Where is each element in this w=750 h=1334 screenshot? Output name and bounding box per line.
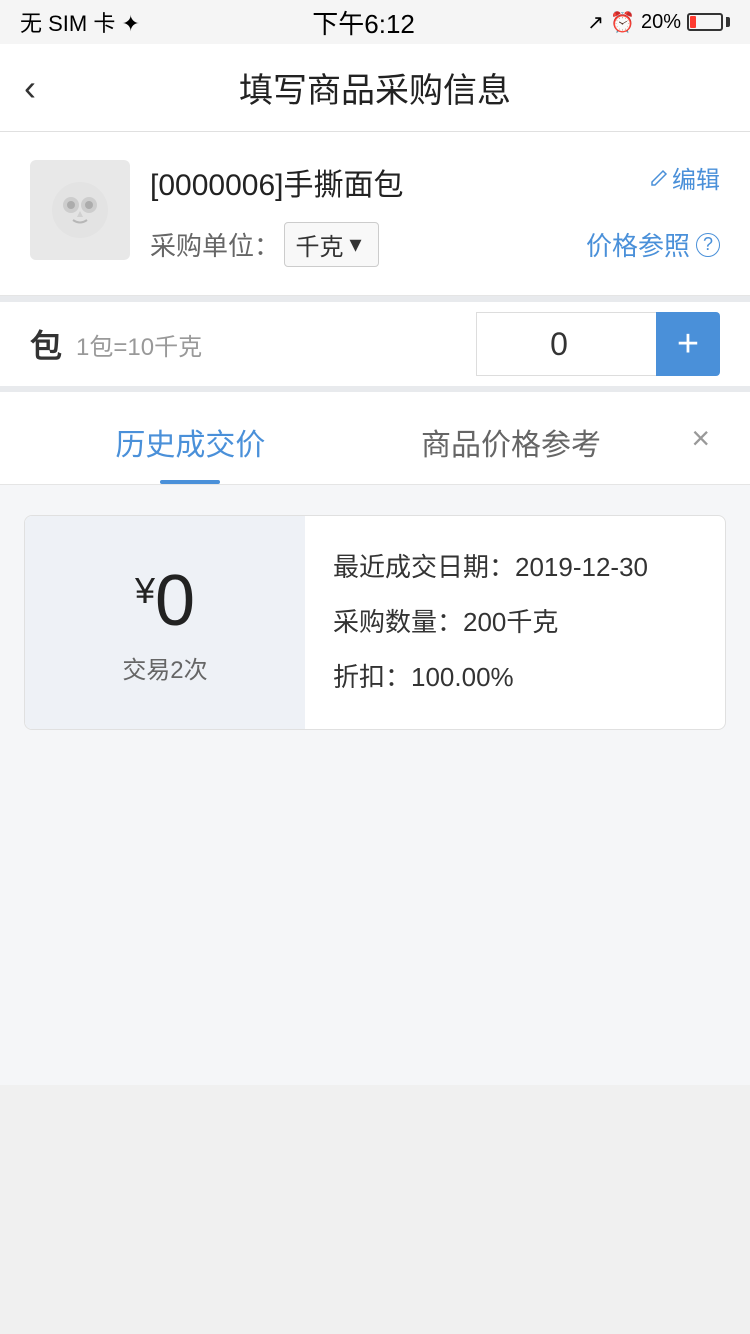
product-info: [0000006]手撕面包 编辑 采购单位： 千克 ▾ 价格参照 ? (150, 160, 720, 267)
detail-date-label: 最近成交日期： (333, 552, 515, 582)
status-right: ↗ ⏰ 20% (587, 10, 730, 35)
tabs-container: 历史成交价 商品价格参考 × (0, 392, 750, 485)
history-section: ¥0 交易2次 最近成交日期：2019-12-30 采购数量：200千克 折扣：… (0, 485, 750, 1085)
history-card: ¥0 交易2次 最近成交日期：2019-12-30 采购数量：200千克 折扣：… (24, 515, 726, 730)
price-value: 0 (155, 561, 195, 641)
quantity-unit-badge: 包 (30, 321, 62, 367)
location-icon: ↗ (587, 10, 604, 35)
unit-select[interactable]: 千克 ▾ (284, 222, 378, 267)
product-unit-row: 采购单位： 千克 ▾ 价格参照 ? (150, 222, 720, 267)
battery-icon (687, 13, 730, 31)
page-title: 填写商品采购信息 (239, 63, 511, 112)
price-ref-button[interactable]: 价格参照 ? (586, 226, 720, 263)
quantity-input[interactable] (476, 312, 656, 376)
detail-row-discount: 折扣：100.00% (333, 658, 697, 697)
unit-value: 千克 (295, 227, 343, 262)
product-image (30, 160, 130, 260)
tab-price-reference[interactable]: 商品价格参考 (351, 392, 672, 484)
product-header: [0000006]手撕面包 编辑 (150, 160, 720, 204)
product-card: [0000006]手撕面包 编辑 采购单位： 千克 ▾ 价格参照 ? (0, 132, 750, 296)
tab-history-price[interactable]: 历史成交价 (30, 392, 351, 484)
currency-symbol: ¥ (135, 570, 155, 612)
tabs-close-button[interactable]: × (671, 410, 720, 467)
tab-active-underline (160, 480, 220, 484)
history-left: ¥0 交易2次 (25, 516, 305, 729)
detail-qty-value: 200千克 (463, 607, 558, 637)
detail-row-date: 最近成交日期：2019-12-30 (333, 548, 697, 587)
unit-label: 采购单位： (150, 231, 280, 261)
history-price: ¥0 (135, 560, 195, 642)
status-bar: 无 SIM 卡 ✦ 下午6:12 ↗ ⏰ 20% (0, 0, 750, 44)
transaction-count: 交易2次 (122, 650, 207, 685)
tab-price-ref-label: 商品价格参考 (421, 429, 601, 462)
detail-row-quantity: 采购数量：200千克 (333, 603, 697, 642)
tab-history-label: 历史成交价 (115, 429, 265, 462)
product-name: [0000006]手撕面包 (150, 160, 403, 204)
detail-discount-label: 折扣： (333, 662, 411, 692)
quantity-row: 包 1包=10千克 + (0, 302, 750, 392)
quantity-unit-note: 1包=10千克 (76, 327, 202, 362)
detail-qty-label: 采购数量： (333, 607, 463, 637)
history-right: 最近成交日期：2019-12-30 采购数量：200千克 折扣：100.00% (305, 516, 725, 729)
status-time: 下午6:12 (312, 4, 415, 41)
price-ref-icon: ? (696, 233, 720, 257)
unit-label-group: 采购单位： 千克 ▾ (150, 222, 379, 267)
back-button[interactable]: ‹ (24, 67, 36, 109)
battery-percent: 20% (641, 11, 681, 34)
edit-label: 编辑 (672, 160, 720, 195)
unit-dropdown-icon: ▾ (349, 230, 361, 259)
quantity-left: 包 1包=10千克 (30, 321, 202, 367)
detail-discount-value: 100.00% (411, 662, 514, 692)
alarm-icon: ⏰ (610, 10, 635, 35)
quantity-right: + (476, 312, 720, 376)
status-left: 无 SIM 卡 ✦ (20, 6, 140, 38)
price-ref-label: 价格参照 (586, 226, 690, 263)
sim-status: 无 SIM 卡 ✦ (20, 6, 140, 38)
quantity-plus-button[interactable]: + (656, 312, 720, 376)
edit-button[interactable]: 编辑 (650, 160, 720, 195)
detail-date-value: 2019-12-30 (515, 552, 648, 582)
nav-bar: ‹ 填写商品采购信息 (0, 44, 750, 132)
